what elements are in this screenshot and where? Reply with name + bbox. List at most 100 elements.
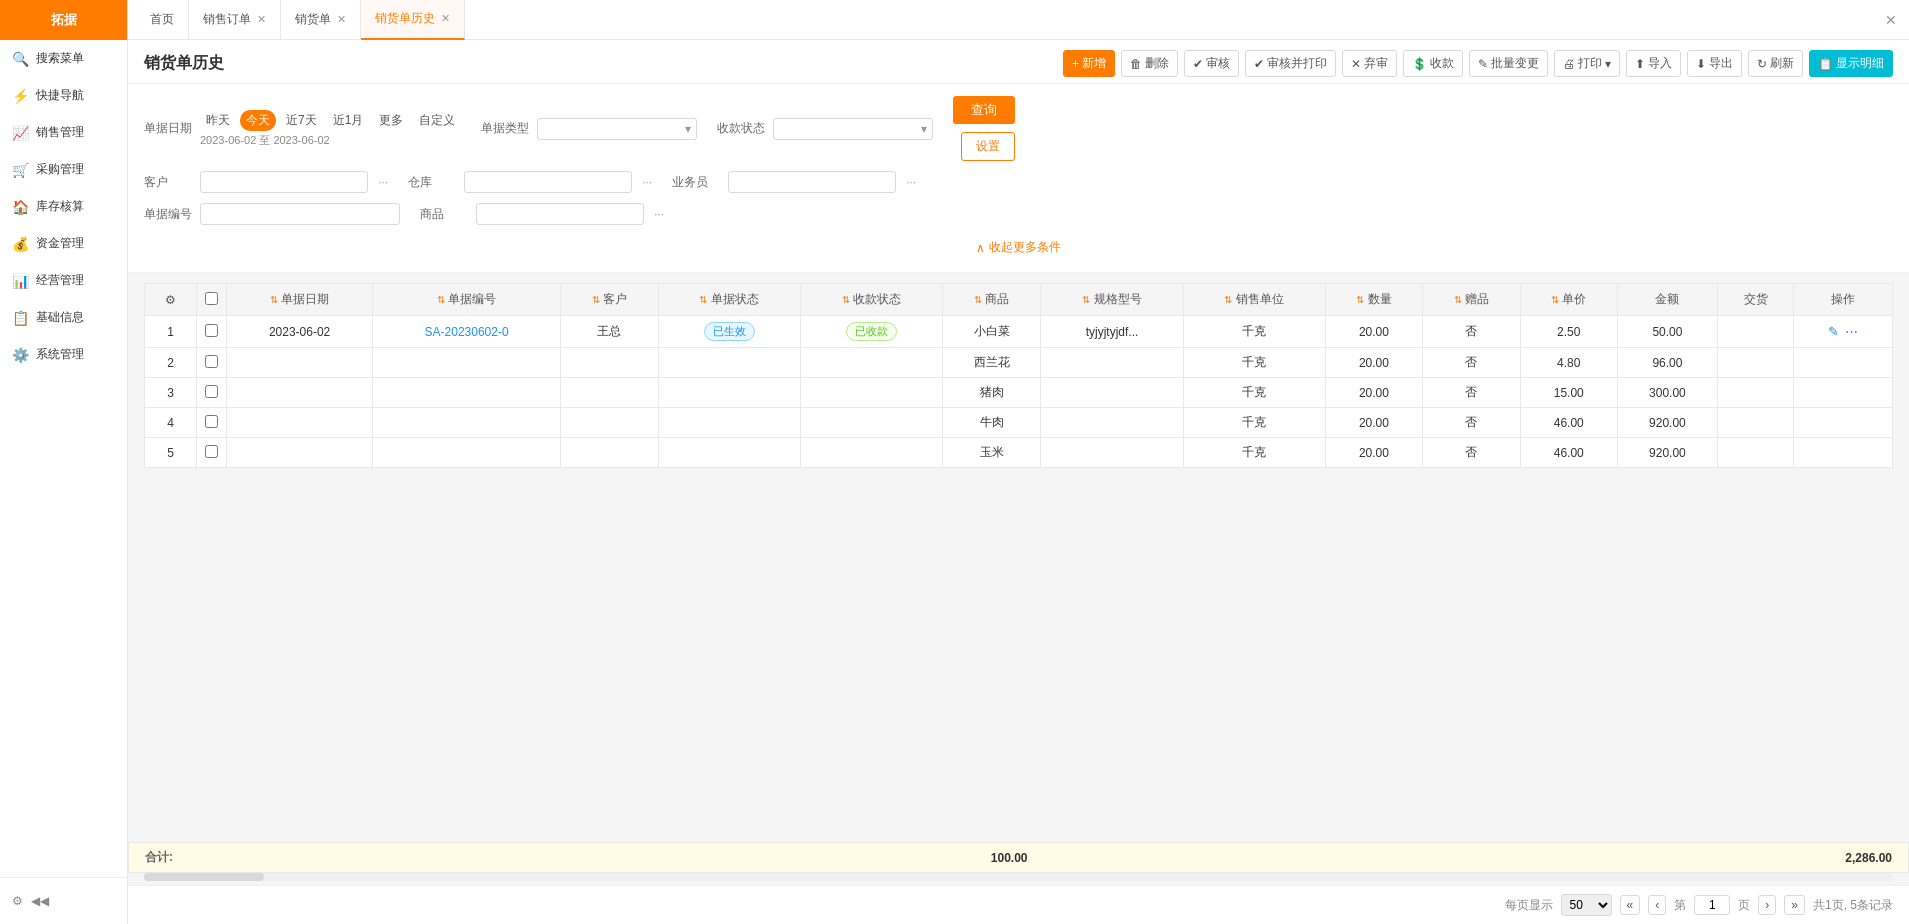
sidebar-item-quick-nav[interactable]: ⚡ 快捷导航 <box>0 77 127 114</box>
date-shortcut-last1month[interactable]: 近1月 <box>327 110 370 131</box>
customer-picker-icon[interactable]: ··· <box>378 175 388 189</box>
row-checkbox[interactable] <box>205 415 218 428</box>
doc-number-input[interactable] <box>200 203 400 225</box>
row-checkbox-4[interactable] <box>197 408 227 438</box>
delete-button[interactable]: 🗑删除 <box>1121 50 1178 77</box>
col-doc-no[interactable]: ⇅ 单据编号 <box>373 284 561 316</box>
date-shortcut-custom[interactable]: 自定义 <box>413 110 461 131</box>
row-collectstatus-3 <box>800 378 942 408</box>
scrollbar-thumb[interactable] <box>144 873 264 881</box>
row-checkbox[interactable] <box>205 445 218 458</box>
show-detail-button[interactable]: 📋显示明细 <box>1809 50 1893 77</box>
prev-page-btn[interactable]: ‹ <box>1648 895 1666 915</box>
export-button[interactable]: ⬇导出 <box>1687 50 1742 77</box>
warehouse-picker-icon[interactable]: ··· <box>642 175 652 189</box>
tab-sales-delivery-history-close[interactable]: ✕ <box>441 12 450 25</box>
row-checkbox[interactable] <box>205 324 218 337</box>
customer-input[interactable] <box>200 171 368 193</box>
row-checkbox-1[interactable] <box>197 316 227 348</box>
col-unit-price[interactable]: ⇅ 单价 <box>1520 284 1617 316</box>
query-button[interactable]: 查询 <box>953 96 1015 124</box>
collect-icon: 💲 <box>1412 57 1427 71</box>
horizontal-scrollbar[interactable] <box>144 873 1893 881</box>
next-page-btn[interactable]: › <box>1758 895 1776 915</box>
row-collectstatus-5 <box>800 438 942 468</box>
goods-input[interactable] <box>476 203 644 225</box>
sidebar-item-sys-mgmt[interactable]: ⚙️ 系统管理 <box>0 336 127 373</box>
filter-collect-status: 收款状态 <box>717 118 933 140</box>
col-quantity[interactable]: ⇅ 数量 <box>1325 284 1422 316</box>
doc-type-select[interactable] <box>537 118 697 140</box>
sidebar-item-ops-mgmt[interactable]: 📊 经营管理 <box>0 262 127 299</box>
sidebar-item-finance-mgmt[interactable]: 💰 资金管理 <box>0 225 127 262</box>
collapse-filter-btn[interactable]: ∧ 收起更多条件 <box>144 235 1893 260</box>
col-doc-status[interactable]: ⇅ 单据状态 <box>658 284 800 316</box>
row-checkbox-2[interactable] <box>197 348 227 378</box>
page-size-select[interactable]: 50 100 200 <box>1561 894 1612 916</box>
date-shortcut-yesterday[interactable]: 昨天 <box>200 110 236 131</box>
new-button[interactable]: +新增 <box>1063 50 1115 77</box>
sidebar-item-basic-info[interactable]: 📋 基础信息 <box>0 299 127 336</box>
footer-total-label: 合计: <box>145 849 173 866</box>
row-gift-2: 否 <box>1423 348 1520 378</box>
row-checkbox[interactable] <box>205 355 218 368</box>
select-all-checkbox[interactable] <box>205 292 218 305</box>
page-number-input[interactable] <box>1694 895 1730 915</box>
date-shortcut-today[interactable]: 今天 <box>240 110 276 131</box>
row-checkbox-5[interactable] <box>197 438 227 468</box>
first-page-btn[interactable]: « <box>1620 895 1641 915</box>
refresh-button[interactable]: ↻刷新 <box>1748 50 1803 77</box>
tab-sales-delivery-history[interactable]: 销货单历史 ✕ <box>361 0 465 40</box>
more-action[interactable]: ⋯ <box>1845 324 1858 339</box>
last-page-btn[interactable]: » <box>1784 895 1805 915</box>
col-gift[interactable]: ⇅ 赠品 <box>1423 284 1520 316</box>
goods-picker-icon[interactable]: ··· <box>654 207 664 221</box>
batch-change-button[interactable]: ✎批量变更 <box>1469 50 1548 77</box>
review-print-button[interactable]: ✔审核并打印 <box>1245 50 1336 77</box>
sidebar-item-search-menu[interactable]: 🔍 搜索菜单 <box>0 40 127 77</box>
col-collect-status[interactable]: ⇅ 收款状态 <box>800 284 942 316</box>
tab-sales-delivery-close[interactable]: ✕ <box>337 13 346 26</box>
warehouse-input[interactable] <box>464 171 632 193</box>
col-goods[interactable]: ⇅ 商品 <box>942 284 1041 316</box>
abandon-button[interactable]: ✕弃审 <box>1342 50 1397 77</box>
row-quantity-2: 20.00 <box>1325 348 1422 378</box>
col-customer[interactable]: ⇅ 客户 <box>561 284 658 316</box>
date-shortcut-last7days[interactable]: 近7天 <box>280 110 323 131</box>
tab-sales-order-close[interactable]: ✕ <box>257 13 266 26</box>
edit-action[interactable]: ✎ <box>1828 324 1839 339</box>
salesperson-picker-icon[interactable]: ··· <box>906 175 916 189</box>
sidebar-item-purchase-mgmt[interactable]: 🛒 采购管理 <box>0 151 127 188</box>
col-spec[interactable]: ⇅ 规格型号 <box>1041 284 1183 316</box>
print-button[interactable]: 🖨打印▾ <box>1554 50 1620 77</box>
row-customer-5 <box>561 438 658 468</box>
setting-button[interactable]: 设置 <box>961 132 1015 161</box>
filter-date: 单据日期 昨天 今天 近7天 近1月 更多 自定义 2023-06-02 至 2… <box>144 110 461 148</box>
page-title: 销货单历史 <box>144 53 224 74</box>
row-goods-5: 玉米 <box>942 438 1041 468</box>
window-close-btn[interactable]: ✕ <box>1885 12 1897 28</box>
row-salesunit-5: 千克 <box>1183 438 1325 468</box>
col-amount: 金额 <box>1617 284 1717 316</box>
salesperson-input[interactable] <box>728 171 896 193</box>
col-date[interactable]: ⇅ 单据日期 <box>227 284 373 316</box>
collect-status-select[interactable] <box>773 118 933 140</box>
sidebar: 拓据 🔍 搜索菜单 ⚡ 快捷导航 📈 销售管理 🛒 采购管理 🏠 库存核算 💰 … <box>0 0 128 924</box>
import-button[interactable]: ⬆导入 <box>1626 50 1681 77</box>
collect-button[interactable]: 💲收款 <box>1403 50 1463 77</box>
tab-sales-delivery[interactable]: 销货单 ✕ <box>281 0 361 40</box>
row-checkbox-3[interactable] <box>197 378 227 408</box>
col-gear[interactable]: ⚙ <box>145 284 197 316</box>
sidebar-item-inventory[interactable]: 🏠 库存核算 <box>0 188 127 225</box>
row-checkbox[interactable] <box>205 385 218 398</box>
tab-sales-order[interactable]: 销售订单 ✕ <box>189 0 281 40</box>
collapse-arrow-icon: ∧ <box>976 241 985 255</box>
review-button[interactable]: ✔审核 <box>1184 50 1239 77</box>
sidebar-item-sales-mgmt[interactable]: 📈 销售管理 <box>0 114 127 151</box>
col-sales-unit[interactable]: ⇅ 销售单位 <box>1183 284 1325 316</box>
date-shortcut-more[interactable]: 更多 <box>373 110 409 131</box>
tab-home[interactable]: 首页 <box>136 0 189 40</box>
sidebar-settings-btn[interactable]: ⚙ ◀◀ <box>0 886 127 916</box>
check-icon: ✔ <box>1193 57 1203 71</box>
import-icon: ⬆ <box>1635 57 1645 71</box>
